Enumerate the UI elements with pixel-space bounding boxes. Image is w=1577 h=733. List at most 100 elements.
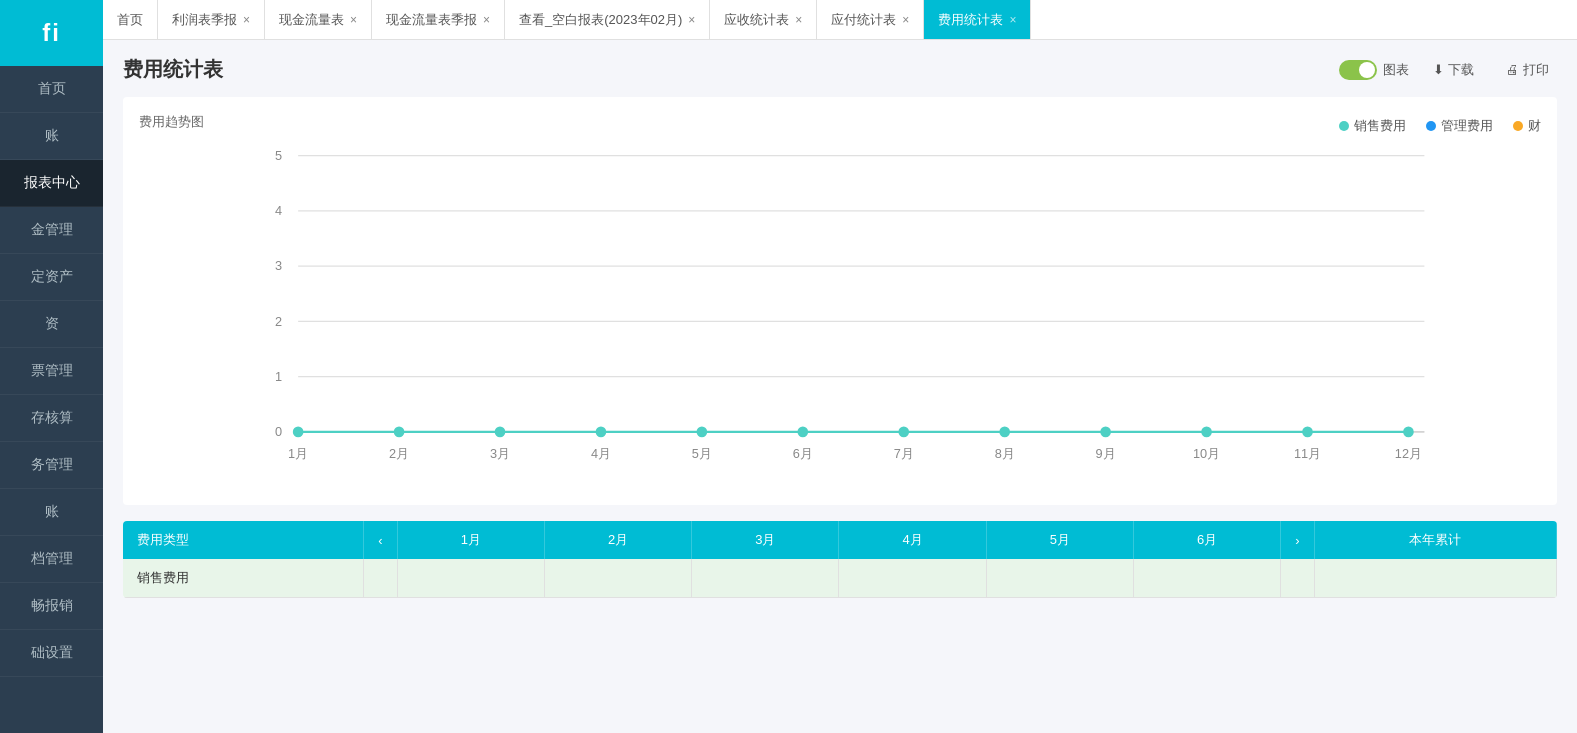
svg-text:6月: 6月 — [793, 446, 813, 461]
cell-m4 — [839, 559, 986, 598]
col-header-m4: 4月 — [839, 521, 986, 559]
tab-close-payable[interactable]: × — [902, 13, 909, 27]
svg-point-20 — [999, 427, 1010, 438]
cell-m5 — [986, 559, 1133, 598]
svg-text:0: 0 — [275, 424, 282, 439]
svg-text:3: 3 — [275, 258, 282, 273]
print-icon: 🖨 — [1506, 62, 1519, 77]
col-header-type: 费用类型 — [123, 521, 364, 559]
tab-cashflow-quarterly[interactable]: 现金流量表季报 × — [372, 0, 505, 39]
tab-cashflow[interactable]: 现金流量表 × — [265, 0, 372, 39]
col-header-ytd: 本年累计 — [1314, 521, 1556, 559]
sidebar-item-reports[interactable]: 报表中心 — [0, 160, 103, 207]
print-button[interactable]: 🖨 打印 — [1498, 57, 1557, 83]
table-row: 销售费用 — [123, 559, 1557, 598]
chart-toggle-wrap: 图表 — [1339, 60, 1409, 80]
svg-point-15 — [495, 427, 506, 438]
legend-dot-sales — [1339, 121, 1349, 131]
svg-text:7月: 7月 — [894, 446, 914, 461]
sidebar-item-account[interactable]: 账 — [0, 113, 103, 160]
sidebar-item-services[interactable]: 务管理 — [0, 442, 103, 489]
tab-payable[interactable]: 应付统计表 × — [817, 0, 924, 39]
download-button[interactable]: ⬇ 下载 — [1425, 57, 1482, 83]
sidebar-item-settings[interactable]: 础设置 — [0, 630, 103, 677]
svg-text:5月: 5月 — [692, 446, 712, 461]
tab-close-profit-quarterly[interactable]: × — [243, 13, 250, 27]
tab-profit-quarterly[interactable]: 利润表季报 × — [158, 0, 265, 39]
svg-point-16 — [596, 427, 607, 438]
table-header-row: 费用类型 ‹ 1月 2月 3月 4月 5月 6月 › 本年累计 — [123, 521, 1557, 559]
legend-label-sales: 销售费用 — [1354, 117, 1406, 135]
svg-point-14 — [394, 427, 405, 438]
svg-text:4: 4 — [275, 203, 282, 218]
cell-m6 — [1134, 559, 1281, 598]
sidebar-item-invoice[interactable]: 票管理 — [0, 348, 103, 395]
sidebar-item-inventory[interactable]: 存核算 — [0, 395, 103, 442]
col-header-m2: 2月 — [544, 521, 691, 559]
tab-close-cashflow[interactable]: × — [350, 13, 357, 27]
tab-close-expense[interactable]: × — [1009, 13, 1016, 27]
legend-finance: 财 — [1513, 117, 1541, 135]
sidebar-item-archive[interactable]: 档管理 — [0, 536, 103, 583]
toggle-label: 图表 — [1383, 61, 1409, 79]
svg-text:8月: 8月 — [995, 446, 1015, 461]
chart-toggle[interactable] — [1339, 60, 1377, 80]
tab-close-cashflow-quarterly[interactable]: × — [483, 13, 490, 27]
sidebar: fi 首页 账 报表中心 金管理 定资产 资 票管理 存核算 务管理 账 档管理… — [0, 0, 103, 733]
chart-legend: 销售费用 管理费用 财 — [1339, 117, 1541, 135]
svg-text:11月: 11月 — [1294, 446, 1321, 461]
svg-text:12月: 12月 — [1395, 446, 1422, 461]
legend-sales: 销售费用 — [1339, 117, 1406, 135]
cell-m3 — [692, 559, 839, 598]
svg-text:4月: 4月 — [591, 446, 611, 461]
svg-text:2月: 2月 — [389, 446, 409, 461]
tab-expense[interactable]: 费用统计表 × — [924, 0, 1031, 39]
cell-m1 — [397, 559, 544, 598]
sidebar-item-finance[interactable]: 金管理 — [0, 207, 103, 254]
cell-m2 — [544, 559, 691, 598]
col-header-m1: 1月 — [397, 521, 544, 559]
sidebar-item-ledger[interactable]: 账 — [0, 489, 103, 536]
main-area: 首页 利润表季报 × 现金流量表 × 现金流量表季报 × 查看_空白报表(202… — [103, 0, 1577, 733]
page-content: 费用统计表 图表 ⬇ 下载 🖨 打印 费用趋势图 — [103, 40, 1577, 733]
page-title: 费用统计表 — [123, 56, 223, 83]
svg-point-17 — [697, 427, 708, 438]
col-header-m3: 3月 — [692, 521, 839, 559]
cell-nav-prev — [364, 559, 397, 598]
cell-type: 销售费用 — [123, 559, 364, 598]
sidebar-item-capital[interactable]: 资 — [0, 301, 103, 348]
trend-chart: 5 4 3 2 1 0 — [139, 145, 1541, 485]
col-prev-nav[interactable]: ‹ — [364, 521, 397, 559]
cell-nav-next — [1281, 559, 1314, 598]
sidebar-item-home[interactable]: 首页 — [0, 66, 103, 113]
download-label: 下载 — [1448, 61, 1474, 79]
col-next-nav[interactable]: › — [1281, 521, 1314, 559]
chart-card: 费用趋势图 销售费用 管理费用 财 — [123, 97, 1557, 505]
download-icon: ⬇ — [1433, 62, 1444, 77]
tab-bar: 首页 利润表季报 × 现金流量表 × 现金流量表季报 × 查看_空白报表(202… — [103, 0, 1577, 40]
col-header-m5: 5月 — [986, 521, 1133, 559]
tab-close-receivable[interactable]: × — [795, 13, 802, 27]
sidebar-item-fixed-assets[interactable]: 定资产 — [0, 254, 103, 301]
svg-point-18 — [798, 427, 809, 438]
svg-text:3月: 3月 — [490, 446, 510, 461]
tab-home[interactable]: 首页 — [103, 0, 158, 39]
svg-text:1月: 1月 — [288, 446, 308, 461]
col-header-m6: 6月 — [1134, 521, 1281, 559]
page-header: 费用统计表 图表 ⬇ 下载 🖨 打印 — [123, 56, 1557, 83]
svg-point-22 — [1201, 427, 1212, 438]
svg-text:2: 2 — [275, 314, 282, 329]
svg-point-23 — [1302, 427, 1313, 438]
legend-label-finance: 财 — [1528, 117, 1541, 135]
tab-receivable[interactable]: 应收统计表 × — [710, 0, 817, 39]
legend-admin: 管理费用 — [1426, 117, 1493, 135]
tab-close-blank-report[interactable]: × — [688, 13, 695, 27]
print-label: 打印 — [1523, 61, 1549, 79]
svg-point-24 — [1403, 427, 1414, 438]
svg-point-19 — [898, 427, 909, 438]
svg-point-13 — [293, 427, 304, 438]
app-logo: fi — [0, 0, 103, 66]
sidebar-item-reimbursement[interactable]: 畅报销 — [0, 583, 103, 630]
svg-text:5: 5 — [275, 148, 282, 163]
tab-blank-report[interactable]: 查看_空白报表(2023年02月) × — [505, 0, 710, 39]
